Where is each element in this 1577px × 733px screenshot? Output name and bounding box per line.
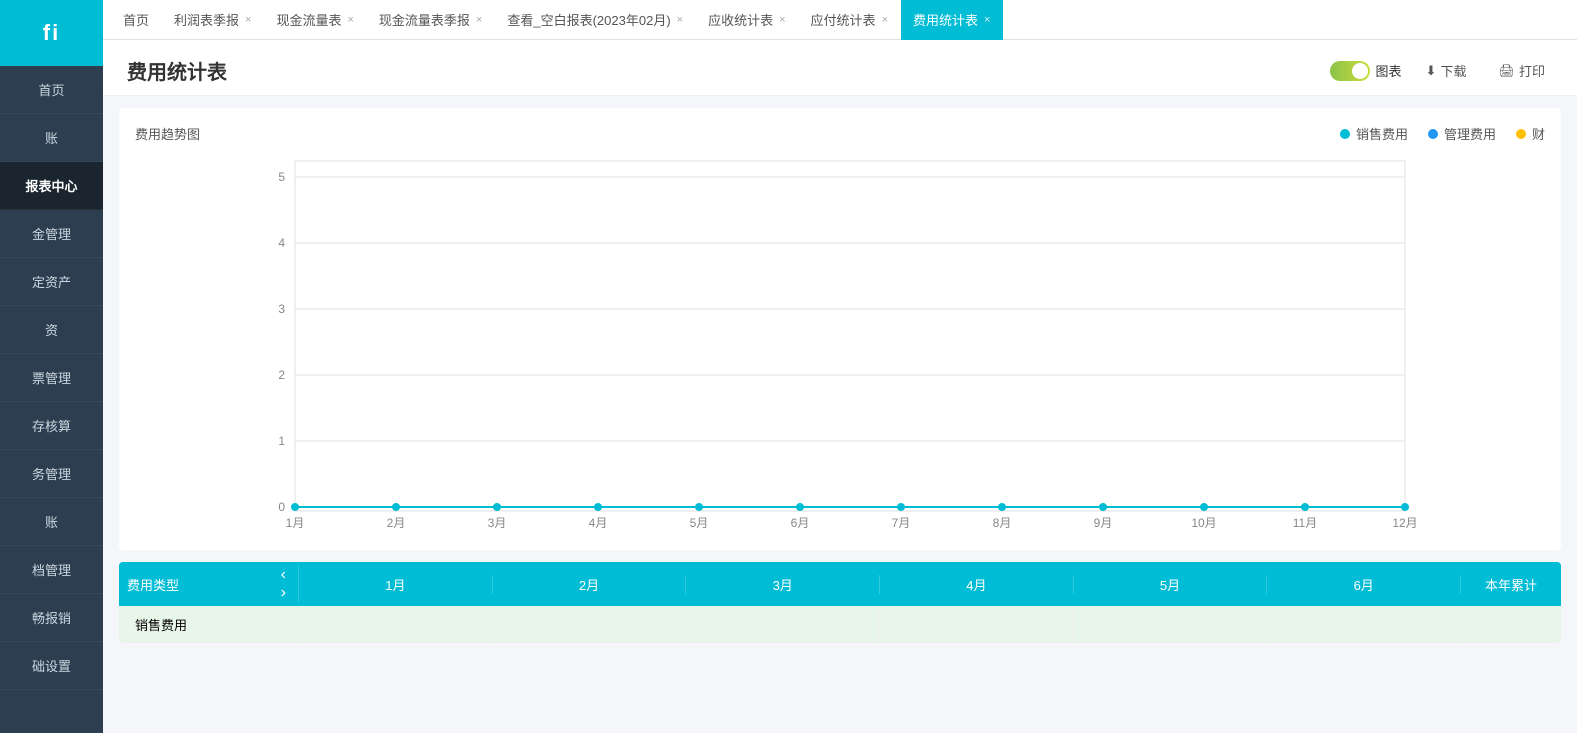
- chart-section: 费用趋势图 销售费用 管理费用 财: [119, 108, 1561, 550]
- sidebar-item-ledger[interactable]: 账: [0, 498, 103, 546]
- svg-text:11月: 11月: [1293, 516, 1317, 530]
- svg-text:2: 2: [278, 368, 285, 382]
- header-actions: 图表 ⬇ 下载 🖨 打印: [1330, 57, 1553, 84]
- svg-text:0: 0: [278, 500, 285, 514]
- toggle-label: 图表: [1376, 61, 1402, 80]
- chart-legend: 销售费用 管理费用 财: [1340, 124, 1545, 143]
- nav-next-arrow[interactable]: ›: [277, 584, 290, 602]
- legend-finance: 财: [1516, 124, 1545, 143]
- svg-text:9月: 9月: [1094, 516, 1113, 530]
- tab-blank-report[interactable]: 查看_空白报表(2023年02月) ×: [495, 0, 696, 40]
- tab-cashflow[interactable]: 现金流量表 ×: [264, 0, 366, 40]
- legend-mgmt: 管理费用: [1428, 124, 1496, 143]
- sidebar-item-affairs[interactable]: 务管理: [0, 450, 103, 498]
- svg-text:8月: 8月: [993, 516, 1012, 530]
- svg-text:3月: 3月: [488, 516, 507, 530]
- sidebar-item-expense[interactable]: 畅报销: [0, 594, 103, 642]
- svg-text:12月: 12月: [1392, 516, 1417, 530]
- close-icon[interactable]: ×: [779, 14, 785, 26]
- svg-text:5: 5: [278, 170, 285, 184]
- chart-title: 费用趋势图: [135, 124, 200, 143]
- legend-dot-finance: [1516, 129, 1526, 139]
- chart-header: 费用趋势图 销售费用 管理费用 财: [135, 124, 1545, 143]
- svg-text:10月: 10月: [1191, 516, 1216, 530]
- close-icon[interactable]: ×: [984, 14, 990, 26]
- tab-expense-stats[interactable]: 费用统计表 ×: [901, 0, 1003, 40]
- sidebar-item-settings[interactable]: 础设置: [0, 642, 103, 690]
- svg-text:1月: 1月: [286, 516, 305, 530]
- close-icon[interactable]: ×: [677, 14, 683, 26]
- tab-bar: 首页 利润表季报 × 现金流量表 × 现金流量表季报 × 查看_空白报表(202…: [103, 0, 1577, 40]
- download-icon: ⬇: [1426, 63, 1437, 79]
- sidebar-item-finance[interactable]: 金管理: [0, 210, 103, 258]
- print-button[interactable]: 🖨 打印: [1490, 57, 1553, 84]
- tab-receivable[interactable]: 应收统计表 ×: [696, 0, 798, 40]
- table-header-row: 费用类型 ‹ › 1月 2月 3月 4月 5月 6月 本年累计: [119, 562, 1561, 606]
- th-month-5: 5月: [1074, 575, 1268, 594]
- expense-table: 费用类型 ‹ › 1月 2月 3月 4月 5月 6月 本年累计 销售费用: [119, 562, 1561, 643]
- legend-sales: 销售费用: [1340, 124, 1408, 143]
- svg-text:6月: 6月: [791, 516, 810, 530]
- app-logo: fi: [0, 0, 103, 66]
- table-row: 销售费用: [119, 606, 1561, 643]
- td-m2: [493, 606, 687, 642]
- th-expense-type: 费用类型 ‹ ›: [119, 566, 299, 602]
- legend-dot-mgmt: [1428, 129, 1438, 139]
- th-month-1: 1月: [299, 575, 493, 594]
- th-month-3: 3月: [686, 575, 880, 594]
- main-area: 首页 利润表季报 × 现金流量表 × 现金流量表季报 × 查看_空白报表(202…: [103, 0, 1577, 733]
- td-m1: [299, 606, 493, 642]
- tab-profit-quarterly[interactable]: 利润表季报 ×: [162, 0, 264, 40]
- chart-toggle-wrap: 图表: [1330, 61, 1402, 81]
- print-icon: 🖨: [1498, 63, 1515, 79]
- sidebar-item-capital[interactable]: 资: [0, 306, 103, 354]
- tab-payable[interactable]: 应付统计表 ×: [799, 0, 901, 40]
- td-ytd: [1461, 606, 1561, 642]
- svg-text:1: 1: [278, 434, 285, 448]
- sidebar-item-archive[interactable]: 档管理: [0, 546, 103, 594]
- th-month-4: 4月: [880, 575, 1074, 594]
- svg-text:4: 4: [278, 236, 285, 250]
- sidebar: fi 首页 账 报表中心 金管理 定资产 资 票管理 存核算 务管理 账 档管理…: [0, 0, 103, 733]
- tab-cashflow-quarterly[interactable]: 现金流量表季报 ×: [367, 0, 495, 40]
- th-month-6: 6月: [1267, 575, 1461, 594]
- sidebar-item-reports[interactable]: 报表中心: [0, 162, 103, 210]
- sidebar-item-account[interactable]: 账: [0, 114, 103, 162]
- sidebar-item-assets[interactable]: 定资产: [0, 258, 103, 306]
- line-chart: 5 4 3 2 1 0: [135, 151, 1545, 531]
- td-m3: [686, 606, 880, 642]
- legend-dot-sales: [1340, 129, 1350, 139]
- nav-prev-arrow[interactable]: ‹: [277, 566, 290, 584]
- svg-text:3: 3: [278, 302, 285, 316]
- td-m5: [1074, 606, 1268, 642]
- tab-home[interactable]: 首页: [111, 0, 162, 40]
- chart-toggle[interactable]: [1330, 61, 1370, 81]
- sidebar-item-inventory[interactable]: 存核算: [0, 402, 103, 450]
- download-button[interactable]: ⬇ 下载: [1418, 57, 1475, 84]
- th-month-2: 2月: [493, 575, 687, 594]
- sidebar-item-tickets[interactable]: 票管理: [0, 354, 103, 402]
- td-m4: [880, 606, 1074, 642]
- td-expense-type: 销售费用: [119, 606, 299, 642]
- svg-text:2月: 2月: [387, 516, 406, 530]
- close-icon[interactable]: ×: [347, 14, 353, 26]
- page-content: 费用统计表 图表 ⬇ 下载 🖨 打印 费用趋势图: [103, 40, 1577, 733]
- chart-svg-wrap: 5 4 3 2 1 0: [135, 151, 1545, 534]
- close-icon[interactable]: ×: [245, 14, 251, 26]
- sidebar-item-home[interactable]: 首页: [0, 66, 103, 114]
- svg-text:5月: 5月: [690, 516, 709, 530]
- th-ytd: 本年累计: [1461, 575, 1561, 594]
- page-header: 费用统计表 图表 ⬇ 下载 🖨 打印: [103, 40, 1577, 96]
- svg-text:7月: 7月: [892, 516, 911, 530]
- close-icon[interactable]: ×: [476, 14, 482, 26]
- svg-text:4月: 4月: [589, 516, 608, 530]
- page-title: 费用统计表: [127, 56, 227, 85]
- close-icon[interactable]: ×: [882, 14, 888, 26]
- td-m6: [1267, 606, 1461, 642]
